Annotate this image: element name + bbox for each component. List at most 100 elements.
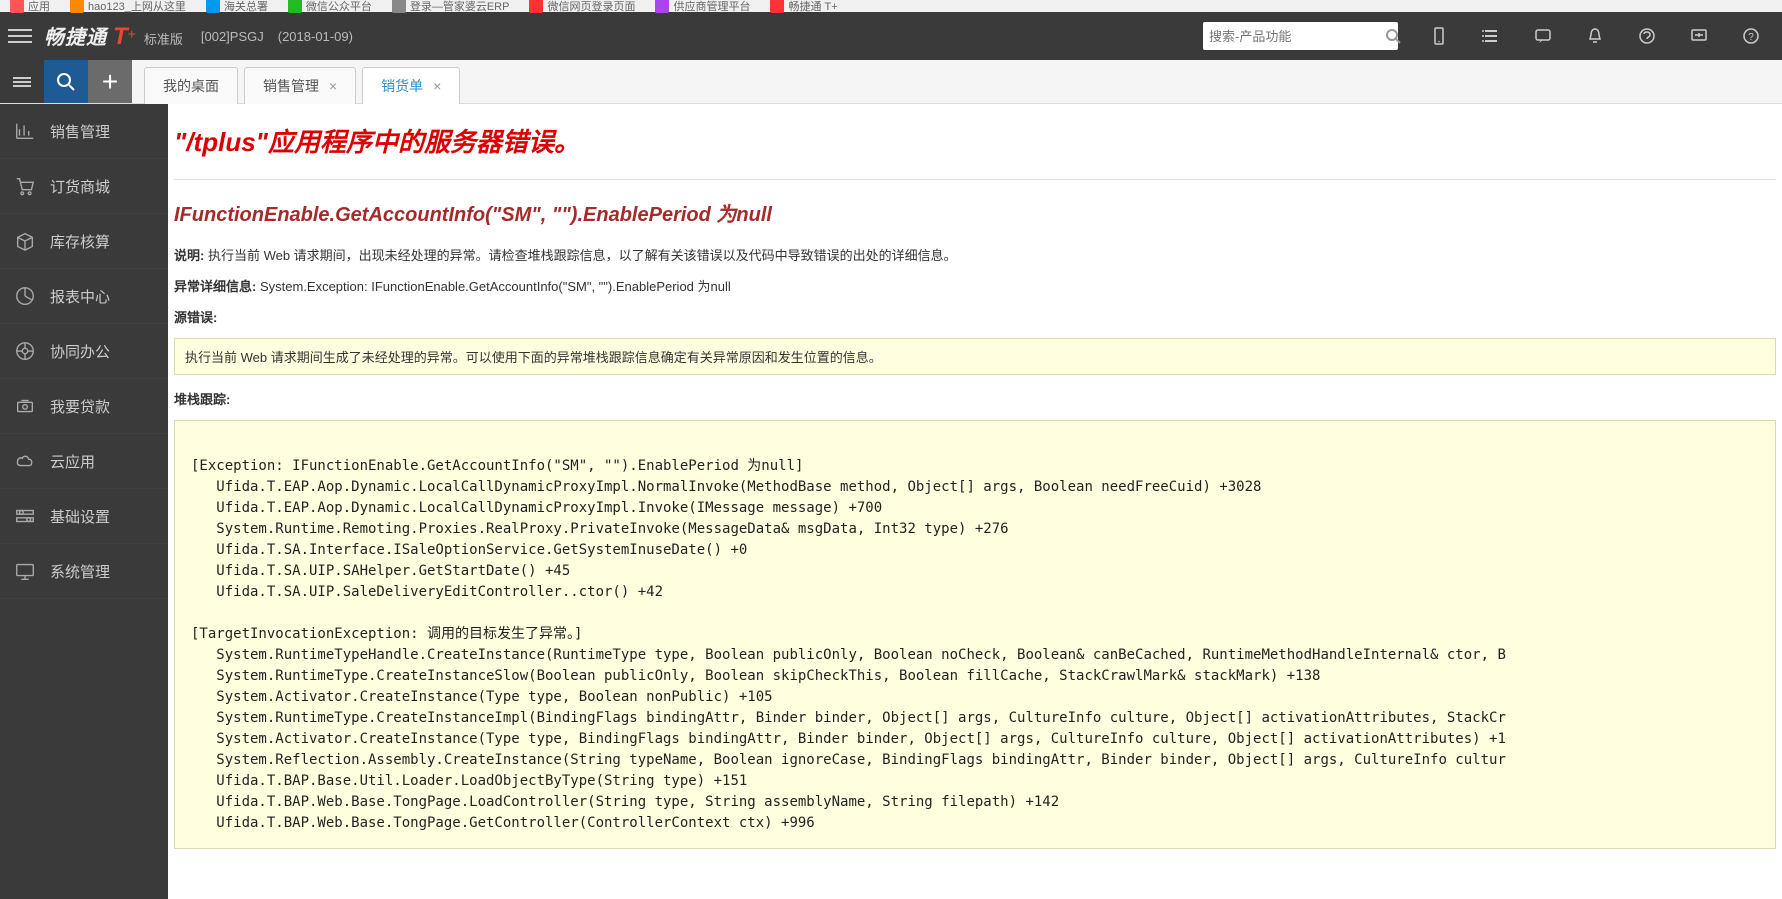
tab-label: 销货单 xyxy=(381,76,423,96)
bookmark-icon xyxy=(655,0,669,13)
mobile-icon[interactable] xyxy=(1428,25,1450,47)
bookmark-label: 畅捷通 T+ xyxy=(788,0,837,14)
bookmark-icon xyxy=(70,0,84,13)
bookmark-icon xyxy=(206,0,220,13)
detail-text: System.Exception: IFunctionEnable.GetAcc… xyxy=(256,279,730,294)
bookmark-label: 微信公众平台 xyxy=(306,0,372,14)
toolbar-menu-button[interactable] xyxy=(0,60,44,103)
toolbar: + 我的桌面 销售管理 × 销货单 × xyxy=(0,60,1782,104)
sidebar-item-label: 订货商城 xyxy=(50,176,110,197)
sidebar-item-cloud[interactable]: 云应用 xyxy=(0,434,168,489)
sidebar-item-label: 基础设置 xyxy=(50,506,110,527)
divider xyxy=(174,179,1776,180)
bookmark-icon xyxy=(529,0,543,13)
help-icon[interactable]: ? xyxy=(1740,25,1762,47)
bookmark-item[interactable]: 海关总署 xyxy=(206,0,268,14)
stock-icon xyxy=(14,230,36,252)
detail-label: 异常详细信息: xyxy=(174,279,256,294)
close-icon[interactable]: × xyxy=(433,78,441,94)
logo-text: 畅捷通 xyxy=(44,21,107,50)
feedback-icon[interactable] xyxy=(1688,25,1710,47)
bell-icon[interactable] xyxy=(1584,25,1606,47)
bookmark-item[interactable]: 畅捷通 T+ xyxy=(770,0,837,14)
report-icon xyxy=(14,285,36,307)
system-icon xyxy=(14,560,36,582)
error-subtitle: IFunctionEnable.GetAccountInfo("SM", "")… xyxy=(174,198,1776,227)
bookmark-item[interactable]: 微信网页登录页面 xyxy=(529,0,635,14)
tab-销货单[interactable]: 销货单 × xyxy=(362,67,460,104)
sidebar-item-report[interactable]: 报表中心 xyxy=(0,269,168,324)
chart-icon xyxy=(14,120,36,142)
sidebar-item-settings[interactable]: 基础设置 xyxy=(0,489,168,544)
cloud-icon xyxy=(14,450,36,472)
tab-label: 我的桌面 xyxy=(163,76,219,96)
sidebar-item-label: 库存核算 xyxy=(50,231,110,252)
sidebar-item-system[interactable]: 系统管理 xyxy=(0,544,168,599)
app-header: 畅捷通 T+ 标准版 [002]PSGJ (2018-01-09) ? xyxy=(0,12,1782,60)
logo-plus: + xyxy=(128,26,136,42)
sidebar-item-loan[interactable]: 我要贷款 xyxy=(0,379,168,434)
sidebar-item-label: 销售管理 xyxy=(50,121,110,142)
source-error-box: 执行当前 Web 请求期间生成了未经处理的异常。可以使用下面的异常堆栈跟踪信息确… xyxy=(174,338,1776,375)
sidebar-item-chart[interactable]: 销售管理 xyxy=(0,104,168,159)
search-input[interactable] xyxy=(1209,29,1385,44)
logo-t: T xyxy=(113,23,128,50)
loan-icon xyxy=(14,395,36,417)
sidebar-item-cart[interactable]: 订货商城 xyxy=(0,159,168,214)
bookmark-label: 登录—管家婆云ERP xyxy=(410,0,510,14)
error-detail: 异常详细信息: System.Exception: IFunctionEnabl… xyxy=(174,276,1776,295)
sidebar-item-stock[interactable]: 库存核算 xyxy=(0,214,168,269)
collab-icon xyxy=(14,340,36,362)
sidebar-item-label: 报表中心 xyxy=(50,286,110,307)
menu-toggle-icon[interactable] xyxy=(8,24,32,48)
list-icon[interactable] xyxy=(1480,25,1502,47)
sidebar-item-label: 协同办公 xyxy=(50,341,110,362)
browser-bookmarks-bar: 应用 hao123_上网从这里 海关总署 微信公众平台 登录—管家婆云ERP 微信网页登录… xyxy=(0,0,1782,12)
bookmark-icon xyxy=(10,0,24,13)
stack-trace-label: 堆栈跟踪: xyxy=(174,389,1776,408)
bookmark-item[interactable]: hao123_上网从这里 xyxy=(70,0,186,14)
settings-icon xyxy=(14,505,36,527)
bookmark-item[interactable]: 应用 xyxy=(10,0,50,14)
bookmark-label: 海关总署 xyxy=(224,0,268,14)
search-icon[interactable] xyxy=(1385,26,1401,46)
bookmark-icon xyxy=(770,0,784,13)
bookmark-label: hao123_上网从这里 xyxy=(88,0,186,14)
edition-label: 标准版 xyxy=(144,29,183,48)
error-content: "/tplus"应用程序中的服务器错误。 IFunctionEnable.Get… xyxy=(168,104,1782,899)
tab-销售管理[interactable]: 销售管理 × xyxy=(244,67,356,104)
tab-label: 销售管理 xyxy=(263,76,319,96)
bookmark-label: 微信网页登录页面 xyxy=(547,0,635,14)
cart-icon xyxy=(14,175,36,197)
bookmark-icon xyxy=(392,0,406,13)
svg-text:?: ? xyxy=(1748,32,1754,43)
bookmark-item[interactable]: 登录—管家婆云ERP xyxy=(392,0,510,14)
error-description: 说明: 执行当前 Web 请求期间，出现未经处理的异常。请检查堆栈跟踪信息，以了… xyxy=(174,245,1776,264)
sidebar: 销售管理订货商城库存核算报表中心协同办公我要贷款云应用基础设置系统管理 xyxy=(0,104,168,899)
tab-bar: 我的桌面 销售管理 × 销货单 × xyxy=(144,60,466,103)
sidebar-item-collab[interactable]: 协同办公 xyxy=(0,324,168,379)
message-icon[interactable] xyxy=(1532,25,1554,47)
sidebar-item-label: 我要贷款 xyxy=(50,396,110,417)
tab-我的桌面[interactable]: 我的桌面 xyxy=(144,67,238,104)
bookmark-icon xyxy=(288,0,302,13)
close-icon[interactable]: × xyxy=(329,78,337,94)
toolbar-search-button[interactable] xyxy=(44,60,88,103)
bookmark-label: 应用 xyxy=(28,0,50,14)
desc-text: 执行当前 Web 请求期间，出现未经处理的异常。请检查堆栈跟踪信息，以了解有关该… xyxy=(204,248,956,263)
bookmark-item[interactable]: 微信公众平台 xyxy=(288,0,372,14)
app-logo: 畅捷通 T+ 标准版 xyxy=(44,21,183,51)
error-title: "/tplus"应用程序中的服务器错误。 xyxy=(174,122,1776,159)
org-code: [002]PSGJ xyxy=(201,29,264,44)
bookmark-item[interactable]: 供应商管理平台 xyxy=(655,0,750,14)
sidebar-item-label: 系统管理 xyxy=(50,561,110,582)
toolbar-add-button[interactable]: + xyxy=(88,60,132,103)
bookmark-label: 供应商管理平台 xyxy=(673,0,750,14)
source-error-label: 源错误: xyxy=(174,307,1776,326)
support-icon[interactable] xyxy=(1636,25,1658,47)
desc-label: 说明: xyxy=(174,248,204,263)
stack-trace-box: [Exception: IFunctionEnable.GetAccountIn… xyxy=(174,420,1776,849)
header-date: (2018-01-09) xyxy=(278,29,353,44)
sidebar-item-label: 云应用 xyxy=(50,451,95,472)
search-box[interactable] xyxy=(1203,22,1398,50)
